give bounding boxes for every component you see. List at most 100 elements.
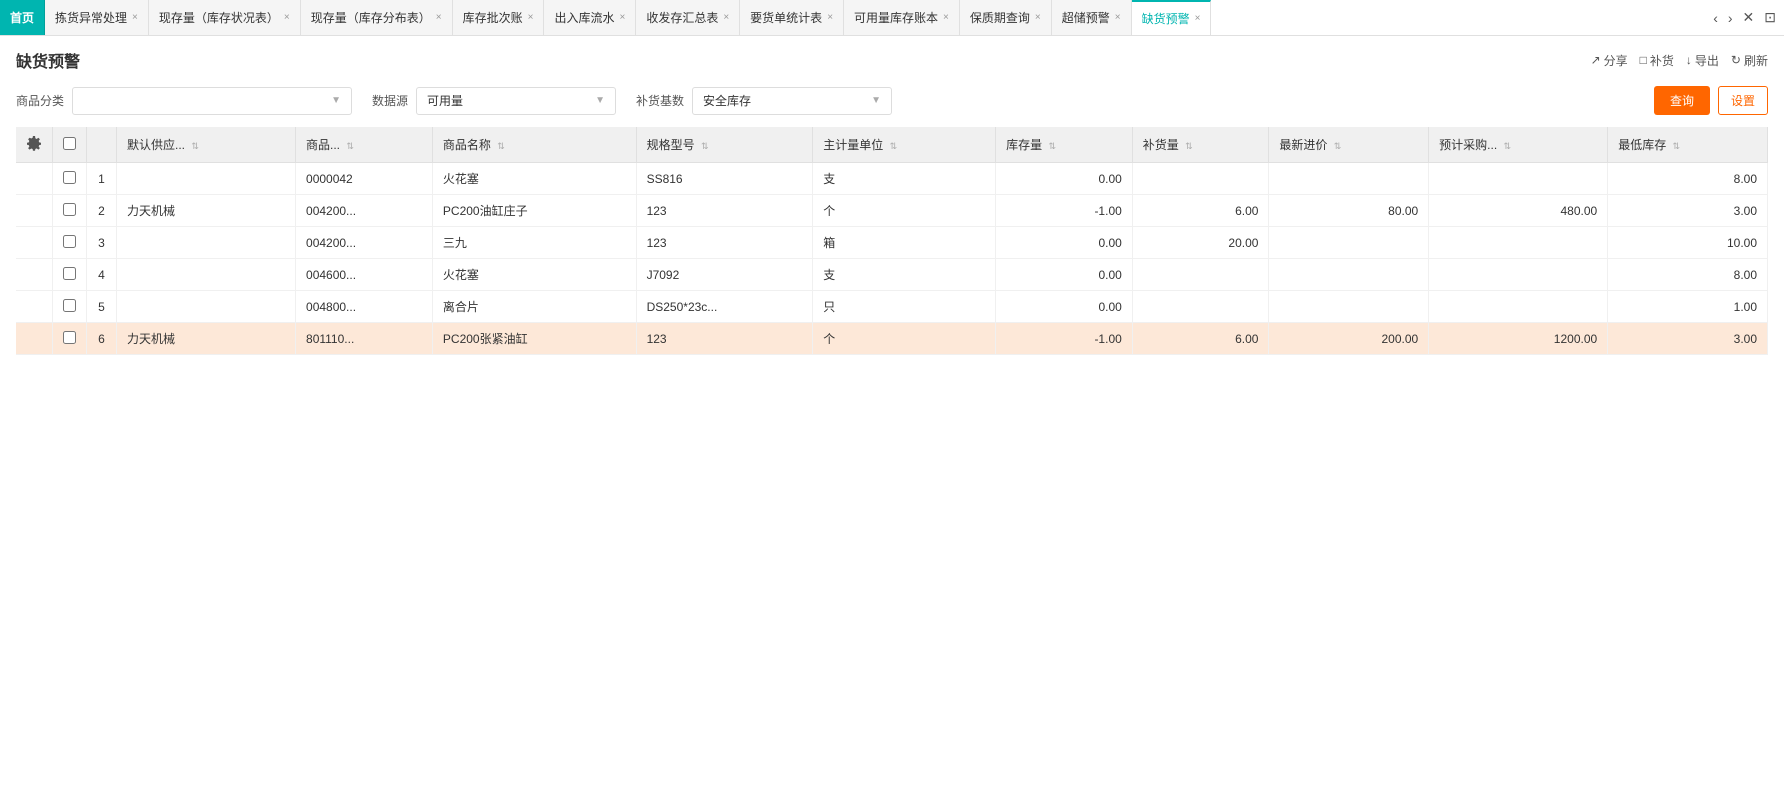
tab-inout[interactable]: 出入库流水 × <box>544 0 636 35</box>
tab-shortage-label: 缺货预警 <box>1142 10 1190 27</box>
tab-batch[interactable]: 库存批次账 × <box>453 0 545 35</box>
share-button[interactable]: ↗ 分享 <box>1591 52 1628 69</box>
tab-receive[interactable]: 收发存汇总表 × <box>636 0 740 35</box>
tab-shortage-close[interactable]: × <box>1195 13 1201 24</box>
settings-button[interactable]: 设置 <box>1718 86 1768 115</box>
tab-available-close[interactable]: × <box>943 12 949 23</box>
th-min-stock-sort: ⇅ <box>1673 141 1681 151</box>
row-check-2[interactable] <box>63 235 76 248</box>
row-checkbox-1[interactable] <box>53 195 87 227</box>
tab-demand-close[interactable]: × <box>827 12 833 23</box>
export-button[interactable]: ↓ 导出 <box>1686 52 1719 69</box>
row-num-3: 4 <box>87 259 117 291</box>
row-product-name-3: 火花塞 <box>432 259 636 291</box>
tab-receive-close[interactable]: × <box>723 12 729 23</box>
query-button[interactable]: 查询 <box>1654 86 1710 115</box>
tab-demand[interactable]: 要货单统计表 × <box>740 0 844 35</box>
row-num-4: 5 <box>87 291 117 323</box>
row-checkbox-0[interactable] <box>53 163 87 195</box>
row-product-name-2: 三九 <box>432 227 636 259</box>
th-gear[interactable] <box>16 127 53 163</box>
tab-expiry[interactable]: 保质期查询 × <box>960 0 1052 35</box>
th-checkbox[interactable] <box>53 127 87 163</box>
category-label: 商品分类 <box>16 92 64 109</box>
row-replenish-3 <box>1132 259 1269 291</box>
replenish-base-label: 补货基数 <box>636 92 684 109</box>
table-row: 2 力天机械 004200... PC200油缸庄子 123 个 -1.00 6… <box>16 195 1768 227</box>
table-row: 5 004800... 离合片 DS250*23c... 只 0.00 1.00 <box>16 291 1768 323</box>
tab-stale[interactable]: 拣货异常处理 × <box>45 0 149 35</box>
row-gear-2 <box>16 227 53 259</box>
datasource-select-value: 可用量 <box>427 92 463 109</box>
tab-batch-close[interactable]: × <box>528 12 534 23</box>
category-select-arrow: ▼ <box>331 95 341 106</box>
row-product-code-5: 801110... <box>296 323 433 355</box>
export-icon: ↓ <box>1686 53 1692 67</box>
th-stock[interactable]: 库存量 ⇅ <box>996 127 1133 163</box>
row-check-1[interactable] <box>63 203 76 216</box>
tab-inventory2-close[interactable]: × <box>436 12 442 23</box>
tab-inout-close[interactable]: × <box>619 12 625 23</box>
select-all-checkbox[interactable] <box>63 137 76 150</box>
row-latest-price-0 <box>1269 163 1429 195</box>
refresh-label: 刷新 <box>1744 52 1768 69</box>
row-check-0[interactable] <box>63 171 76 184</box>
tab-close-all-btn[interactable]: ✕ <box>1739 7 1759 28</box>
replenish-button[interactable]: □ 补货 <box>1640 52 1674 69</box>
row-num-2: 3 <box>87 227 117 259</box>
th-unit[interactable]: 主计量单位 ⇅ <box>813 127 996 163</box>
th-supplier[interactable]: 默认供应... ⇅ <box>117 127 296 163</box>
row-latest-price-2 <box>1269 227 1429 259</box>
row-gear-1 <box>16 195 53 227</box>
row-replenish-5: 6.00 <box>1132 323 1269 355</box>
row-check-3[interactable] <box>63 267 76 280</box>
tab-overstock[interactable]: 超储预警 × <box>1052 0 1132 35</box>
row-num-0: 1 <box>87 163 117 195</box>
tab-shortage[interactable]: 缺货预警 × <box>1132 0 1212 35</box>
row-supplier-3 <box>117 259 296 291</box>
tab-maximize-btn[interactable]: ⊡ <box>1760 7 1780 28</box>
row-checkbox-2[interactable] <box>53 227 87 259</box>
th-product-name-label: 商品名称 <box>443 138 491 152</box>
tab-controls: ‹ › ✕ ⊡ <box>1705 7 1784 28</box>
row-num-1: 2 <box>87 195 117 227</box>
refresh-button[interactable]: ↻ 刷新 <box>1731 52 1768 69</box>
th-product-code[interactable]: 商品... ⇅ <box>296 127 433 163</box>
tab-next-btn[interactable]: › <box>1724 8 1737 28</box>
tab-inventory1[interactable]: 现存量（库存状况表） × <box>149 0 301 35</box>
tab-available[interactable]: 可用量库存账本 × <box>844 0 960 35</box>
th-spec[interactable]: 规格型号 ⇅ <box>636 127 813 163</box>
tab-bar: 首页 拣货异常处理 × 现存量（库存状况表） × 现存量（库存分布表） × 库存… <box>0 0 1784 36</box>
th-replenish-label: 补货量 <box>1143 138 1179 152</box>
tab-inventory2[interactable]: 现存量（库存分布表） × <box>301 0 453 35</box>
tab-expiry-close[interactable]: × <box>1035 12 1041 23</box>
tab-inventory1-close[interactable]: × <box>284 12 290 23</box>
tab-available-label: 可用量库存账本 <box>854 9 938 26</box>
th-min-stock[interactable]: 最低库存 ⇅ <box>1608 127 1768 163</box>
tab-overstock-close[interactable]: × <box>1115 12 1121 23</box>
tab-stale-close[interactable]: × <box>132 12 138 23</box>
row-check-4[interactable] <box>63 299 76 312</box>
data-table: 默认供应... ⇅ 商品... ⇅ 商品名称 ⇅ 规格型号 ⇅ 主计量单位 <box>16 127 1768 355</box>
row-unit-5: 个 <box>813 323 996 355</box>
main-content: 缺货预警 ↗ 分享 □ 补货 ↓ 导出 ↻ 刷新 商品分类 <box>0 36 1784 796</box>
tab-prev-btn[interactable]: ‹ <box>1709 8 1722 28</box>
th-replenish[interactable]: 补货量 ⇅ <box>1132 127 1269 163</box>
th-latest-price[interactable]: 最新进价 ⇅ <box>1269 127 1429 163</box>
tab-home[interactable]: 首页 <box>0 0 45 35</box>
replenish-base-select[interactable]: 安全库存 ▼ <box>692 87 892 115</box>
tab-inventory1-label: 现存量（库存状况表） <box>159 9 279 26</box>
datasource-select[interactable]: 可用量 ▼ <box>416 87 616 115</box>
row-stock-2: 0.00 <box>996 227 1133 259</box>
row-unit-3: 支 <box>813 259 996 291</box>
category-select[interactable]: ▼ <box>72 87 352 115</box>
row-spec-4: DS250*23c... <box>636 291 813 323</box>
row-check-5[interactable] <box>63 331 76 344</box>
row-stock-1: -1.00 <box>996 195 1133 227</box>
row-checkbox-3[interactable] <box>53 259 87 291</box>
row-checkbox-5[interactable] <box>53 323 87 355</box>
row-checkbox-4[interactable] <box>53 291 87 323</box>
th-product-name[interactable]: 商品名称 ⇅ <box>432 127 636 163</box>
table-header-row: 默认供应... ⇅ 商品... ⇅ 商品名称 ⇅ 规格型号 ⇅ 主计量单位 <box>16 127 1768 163</box>
th-est-purchase[interactable]: 预计采购... ⇅ <box>1429 127 1608 163</box>
